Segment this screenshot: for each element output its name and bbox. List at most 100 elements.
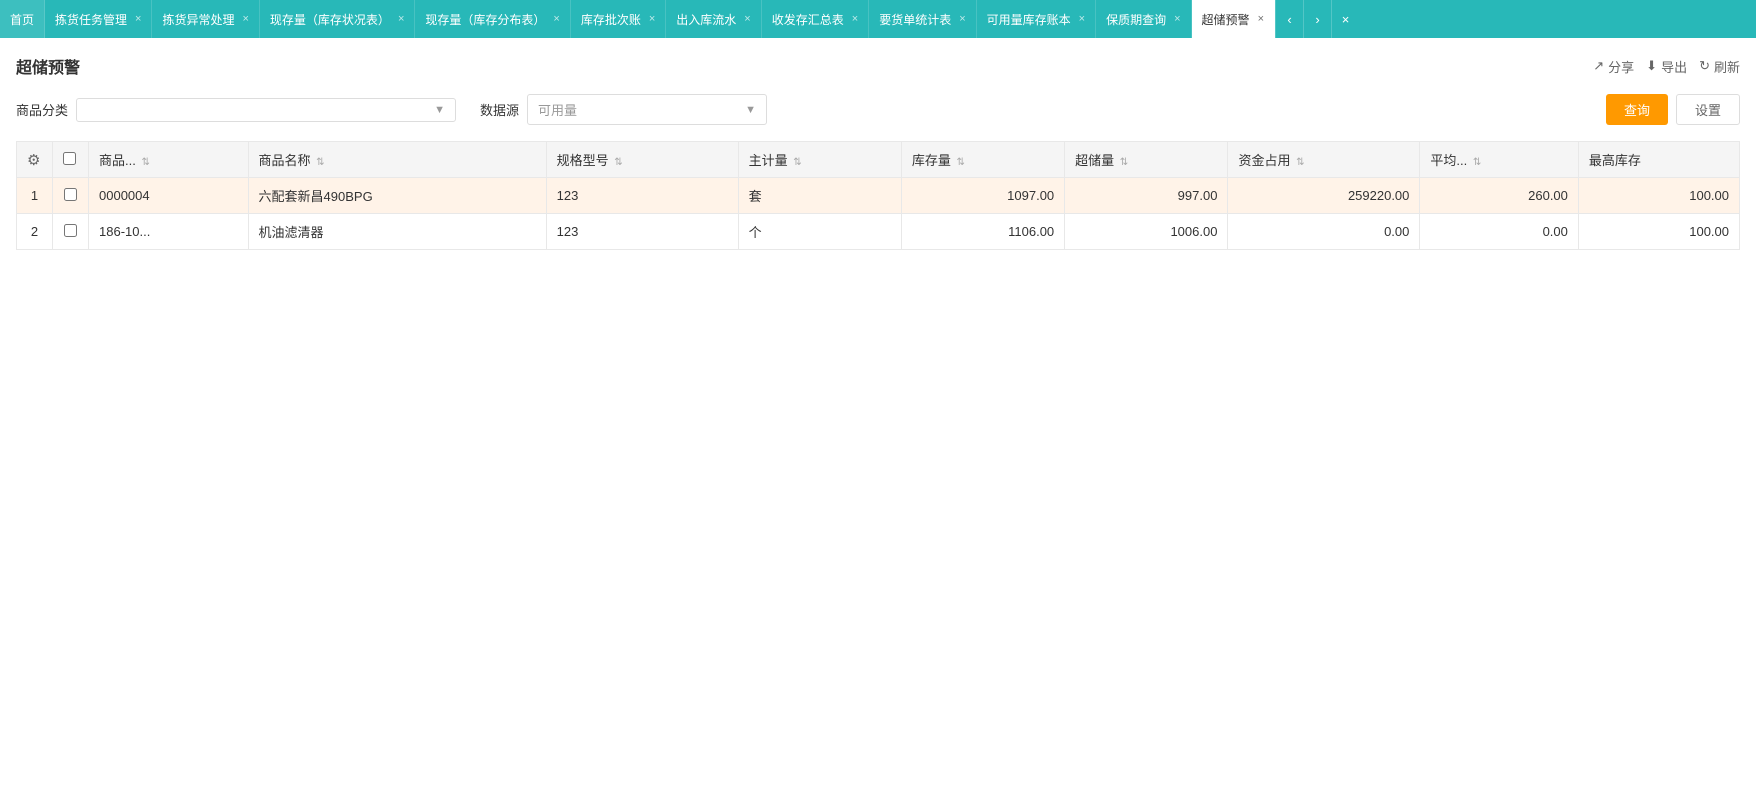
table-body: 1 0000004 六配套新昌490BPG 123 套 1097.00 997.… xyxy=(17,178,1740,250)
th-unit: 主计量 ⇅ xyxy=(738,142,901,178)
row-overstock-1: 997.00 xyxy=(1065,178,1228,214)
row-num-2: 2 xyxy=(17,214,53,250)
datasource-value: 可用量 xyxy=(538,100,577,119)
nav-abnormal-close[interactable]: × xyxy=(242,13,248,25)
row-inventory-2: 1106.00 xyxy=(901,214,1064,250)
row-product-code-1: 0000004 xyxy=(89,178,249,214)
refresh-icon: ↻ xyxy=(1699,58,1710,74)
nav-avail-label: 可用量库存账本 xyxy=(987,11,1071,28)
export-button[interactable]: ⬇ 导出 xyxy=(1646,57,1687,76)
nav-item-in-out-flow[interactable]: 出入库流水 × xyxy=(666,0,761,38)
nav-item-quality-check[interactable]: 保质期查询 × xyxy=(1096,0,1191,38)
nav-next-button[interactable]: › xyxy=(1303,0,1331,38)
nav-batch-close[interactable]: × xyxy=(649,13,655,25)
sort-spec-icon[interactable]: ⇅ xyxy=(614,157,622,168)
datasource-label: 数据源 xyxy=(480,100,519,119)
share-icon: ↗ xyxy=(1593,58,1604,74)
category-chevron-icon: ▼ xyxy=(434,104,445,116)
row-max-stock-2: 100.00 xyxy=(1578,214,1739,250)
data-table: ⚙ 商品... ⇅ 商品名称 ⇅ 规格型号 ⇅ 主计量 xyxy=(16,141,1740,250)
row-spec-1: 123 xyxy=(546,178,738,214)
nav-task-label: 拣货任务管理 xyxy=(55,11,127,28)
row-capital-2: 0.00 xyxy=(1228,214,1420,250)
th-max-stock: 最高库存 xyxy=(1578,142,1739,178)
sort-product-code-icon[interactable]: ⇅ xyxy=(141,157,149,168)
th-inventory: 库存量 ⇅ xyxy=(901,142,1064,178)
sort-overstock-icon[interactable]: ⇅ xyxy=(1120,157,1128,168)
nav-item-abnormal-proc[interactable]: 拣货异常处理 × xyxy=(152,0,259,38)
nav-overstock-label: 超储预警 xyxy=(1202,11,1250,28)
sort-avg-icon[interactable]: ⇅ xyxy=(1473,157,1481,168)
nav-order-close[interactable]: × xyxy=(959,13,965,25)
select-all-checkbox[interactable] xyxy=(63,152,76,165)
refresh-label: 刷新 xyxy=(1714,57,1740,76)
row-checkbox-2 xyxy=(53,214,89,250)
nav-item-home[interactable]: 首页 xyxy=(0,0,45,38)
settings-button[interactable]: 设置 xyxy=(1676,94,1740,125)
query-button[interactable]: 查询 xyxy=(1606,94,1668,125)
nav-item-inventory-dist[interactable]: 现存量（库存分布表） × xyxy=(415,0,570,38)
nav-inv-status-label: 现存量（库存状况表） xyxy=(270,11,390,28)
row-max-stock-1: 100.00 xyxy=(1578,178,1739,214)
row-unit-1: 套 xyxy=(738,178,901,214)
table-header: ⚙ 商品... ⇅ 商品名称 ⇅ 规格型号 ⇅ 主计量 xyxy=(17,142,1740,178)
nav-quality-close[interactable]: × xyxy=(1174,13,1180,25)
row-avg-2: 0.00 xyxy=(1420,214,1579,250)
row-num-1: 1 xyxy=(17,178,53,214)
table-row: 1 0000004 六配套新昌490BPG 123 套 1097.00 997.… xyxy=(17,178,1740,214)
row-select-2[interactable] xyxy=(64,224,77,237)
th-settings: ⚙ xyxy=(17,142,53,178)
column-settings-icon[interactable]: ⚙ xyxy=(27,152,40,169)
nav-item-inventory-status[interactable]: 现存量（库存状况表） × xyxy=(260,0,415,38)
nav-order-label: 要货单统计表 xyxy=(879,11,951,28)
nav-flow-close[interactable]: × xyxy=(744,13,750,25)
nav-task-close[interactable]: × xyxy=(135,13,141,25)
page-title: 超储预警 xyxy=(16,54,80,78)
th-product-code: 商品... ⇅ xyxy=(89,142,249,178)
th-overstock: 超储量 ⇅ xyxy=(1065,142,1228,178)
filter-row: 商品分类 ▼ 数据源 可用量 ▼ 查询 设置 xyxy=(16,94,1740,125)
refresh-button[interactable]: ↻ 刷新 xyxy=(1699,57,1740,76)
export-label: 导出 xyxy=(1661,57,1687,76)
nav-inv-dist-close[interactable]: × xyxy=(553,13,559,25)
row-overstock-2: 1006.00 xyxy=(1065,214,1228,250)
datasource-chevron-icon: ▼ xyxy=(745,104,756,116)
row-select-1[interactable] xyxy=(64,188,77,201)
nav-item-available-ledger[interactable]: 可用量库存账本 × xyxy=(977,0,1096,38)
row-product-code-2: 186-10... xyxy=(89,214,249,250)
share-button[interactable]: ↗ 分享 xyxy=(1593,57,1634,76)
nav-home-label: 首页 xyxy=(10,11,34,28)
nav-batch-label: 库存批次账 xyxy=(581,11,641,28)
sort-unit-icon[interactable]: ⇅ xyxy=(793,157,801,168)
nav-collect-label: 收发存汇总表 xyxy=(772,11,844,28)
sort-capital-icon[interactable]: ⇅ xyxy=(1296,157,1304,168)
nav-inv-status-close[interactable]: × xyxy=(398,13,404,25)
nav-prev-button[interactable]: ‹ xyxy=(1275,0,1303,38)
nav-collect-close[interactable]: × xyxy=(852,13,858,25)
nav-inv-dist-label: 现存量（库存分布表） xyxy=(425,11,545,28)
row-checkbox-1 xyxy=(53,178,89,214)
page-content: 超储预警 ↗ 分享 ⬇ 导出 ↻ 刷新 商品分类 ▼ 数据源 xyxy=(0,38,1756,800)
export-icon: ⬇ xyxy=(1646,58,1657,74)
nav-item-order-stat[interactable]: 要货单统计表 × xyxy=(869,0,976,38)
th-spec: 规格型号 ⇅ xyxy=(546,142,738,178)
nav-overstock-close[interactable]: × xyxy=(1258,13,1264,25)
header-actions: ↗ 分享 ⬇ 导出 ↻ 刷新 xyxy=(1593,57,1740,76)
nav-quality-label: 保质期查询 xyxy=(1106,11,1166,28)
top-navigation: 首页 拣货任务管理 × 拣货异常处理 × 现存量（库存状况表） × 现存量（库存… xyxy=(0,0,1756,38)
nav-item-overstock-alert[interactable]: 超储预警 × xyxy=(1192,0,1275,38)
category-label: 商品分类 xyxy=(16,100,68,119)
row-avg-1: 260.00 xyxy=(1420,178,1579,214)
datasource-select[interactable]: 可用量 ▼ xyxy=(527,94,767,125)
nav-avail-close[interactable]: × xyxy=(1079,13,1085,25)
nav-more-button[interactable]: × xyxy=(1331,0,1359,38)
sort-product-name-icon[interactable]: ⇅ xyxy=(316,157,324,168)
category-select[interactable]: ▼ xyxy=(76,98,456,122)
category-filter: 商品分类 ▼ xyxy=(16,98,456,122)
nav-item-collect-summary[interactable]: 收发存汇总表 × xyxy=(762,0,869,38)
th-checkbox xyxy=(53,142,89,178)
nav-item-task-mgmt[interactable]: 拣货任务管理 × xyxy=(45,0,152,38)
sort-inventory-icon[interactable]: ⇅ xyxy=(957,157,965,168)
nav-item-batch-account[interactable]: 库存批次账 × xyxy=(571,0,666,38)
row-product-name-2: 机油滤清器 xyxy=(248,214,546,250)
